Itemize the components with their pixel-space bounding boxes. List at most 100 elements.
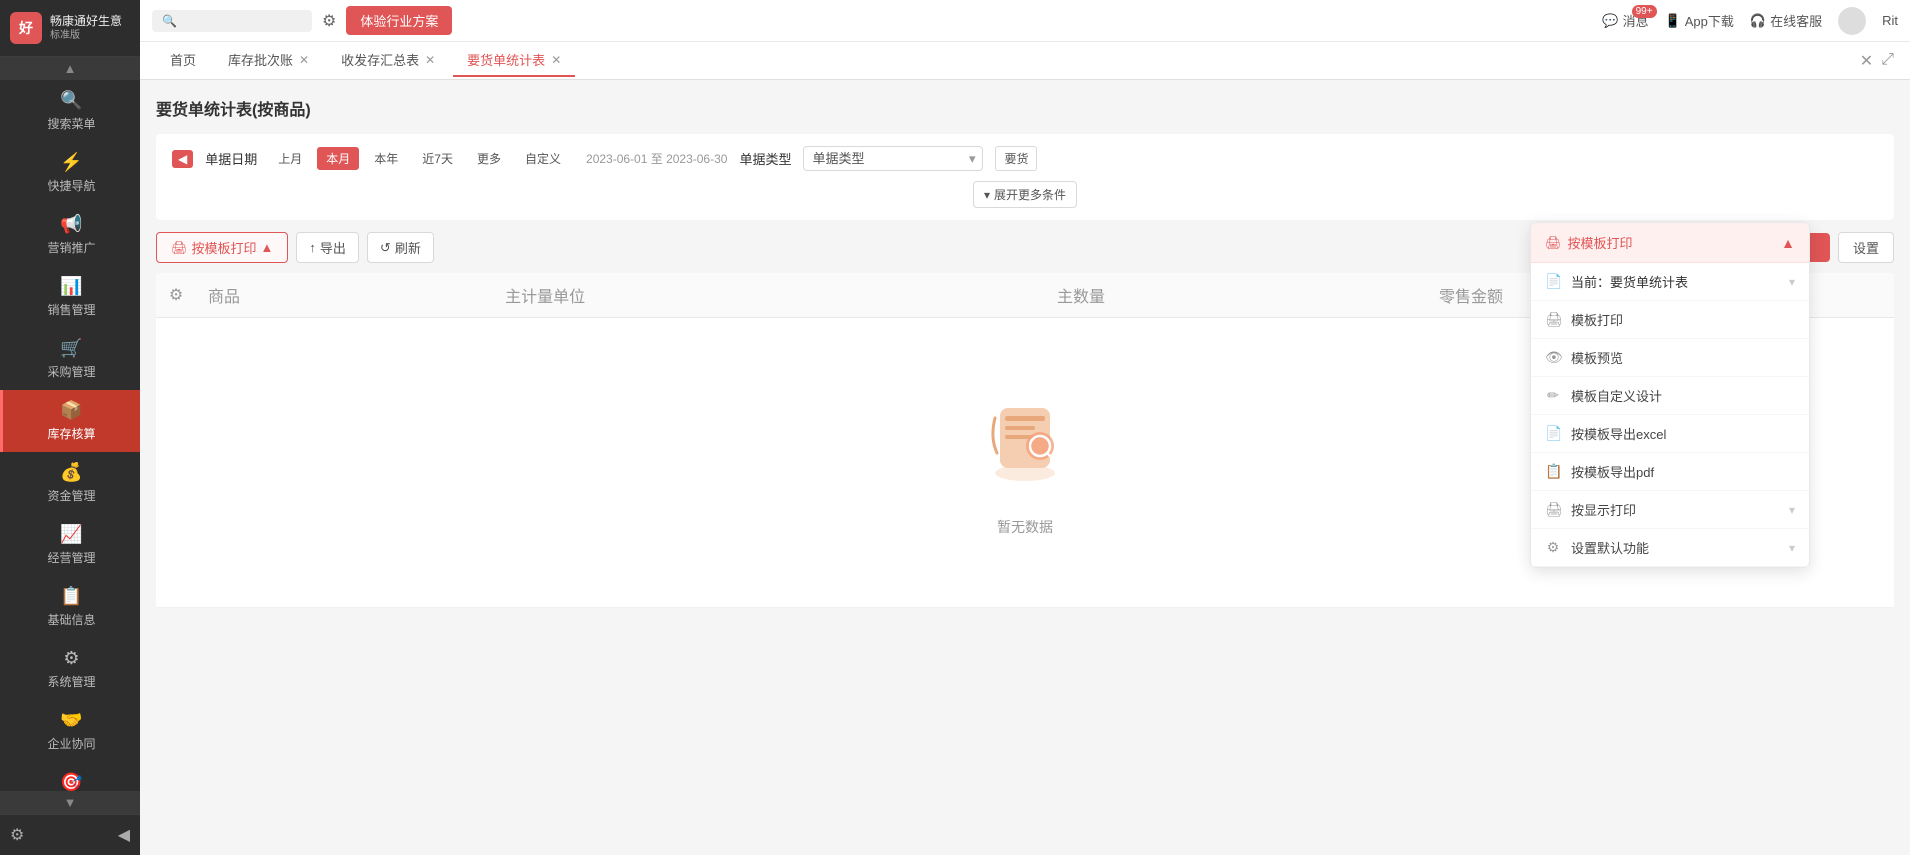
tab-inventory-batch[interactable]: 库存批次账 ✕: [214, 44, 323, 77]
filter-collapse-btn[interactable]: ◀: [172, 150, 193, 168]
sidebar-item-purchase[interactable]: 🛒 采购管理: [0, 328, 140, 390]
date-btn-本月[interactable]: 本月: [317, 147, 359, 170]
tab-payment-summary[interactable]: 收发存汇总表 ✕: [327, 44, 449, 77]
settings-button[interactable]: 设置: [1838, 232, 1894, 263]
sidebar-item-label: 企业协同: [47, 735, 95, 752]
column-label: 零售金额: [1439, 289, 1503, 306]
download-icon: 📱: [1665, 13, 1681, 29]
sidebar-item-inventory[interactable]: 📦 库存核算: [0, 390, 140, 452]
avatar[interactable]: [1838, 7, 1866, 35]
sidebar-item-quick-nav[interactable]: ⚡ 快捷导航: [0, 142, 140, 204]
current-arrow-icon: ▾: [1789, 275, 1795, 289]
date-label: 单据日期: [205, 149, 257, 168]
th-unit: 主计量单位: [493, 273, 1045, 318]
print-dropdown-close-icon[interactable]: ▲: [1781, 235, 1795, 251]
app-download-button[interactable]: 📱 App下载: [1665, 11, 1734, 30]
date-btn-更多[interactable]: 更多: [468, 147, 510, 170]
beginner-icon: 🎯: [60, 772, 82, 791]
tab-home[interactable]: 首页: [156, 44, 210, 77]
item-label: 模板自定义设计: [1571, 386, 1795, 405]
tab-expand-icon[interactable]: ⤢: [1881, 51, 1894, 71]
print-item-template-design[interactable]: ✏ 模板自定义设计: [1531, 377, 1809, 415]
search-bar[interactable]: 🔍: [152, 10, 312, 32]
print-arrow-icon: ▲: [261, 240, 274, 255]
date-shortcuts: 上月本月本年近7天更多自定义: [269, 147, 570, 170]
tab-close-icon[interactable]: ✕: [299, 53, 309, 67]
print-item-set-default[interactable]: ⚙ 设置默认功能 ▾: [1531, 529, 1809, 567]
refresh-button[interactable]: ↺ 刷新: [367, 232, 434, 263]
search-icon: 🔍: [162, 14, 177, 28]
th-settings[interactable]: ⚙: [156, 273, 196, 318]
sidebar-item-operations[interactable]: 📈 经营管理: [0, 514, 140, 576]
message-button[interactable]: 💬 消息 99+: [1602, 11, 1648, 30]
sidebar-item-beginner[interactable]: 🎯 新手引导: [0, 762, 140, 791]
type-select[interactable]: 单据类型: [803, 146, 983, 171]
page-title: 要货单统计表(按商品): [156, 96, 1894, 120]
template-design-icon: ✏: [1545, 387, 1561, 404]
basics-icon: 📋: [60, 586, 82, 607]
sidebar-item-finance[interactable]: 💰 资金管理: [0, 452, 140, 514]
print-template-button[interactable]: 🖨 按模板打印 ▲: [156, 232, 288, 263]
date-btn-自定义[interactable]: 自定义: [516, 147, 570, 170]
template-print-icon: 🖨: [1545, 311, 1561, 328]
print-item-template-excel[interactable]: 📄 按模板导出excel: [1531, 415, 1809, 453]
column-label: 商品: [208, 289, 240, 306]
tab-close-icon[interactable]: ✕: [551, 53, 561, 67]
expand-icon: ▾: [984, 188, 990, 202]
online-service-button[interactable]: 🎧 在线客服: [1750, 11, 1822, 30]
logo-text: 畅康通好生意 标准版: [50, 14, 122, 43]
template-excel-icon: 📄: [1545, 425, 1561, 442]
filter-row-1: ◀ 单据日期 上月本月本年近7天更多自定义 2023-06-01 至 2023-…: [172, 146, 1878, 171]
print-item-template-print[interactable]: 🖨 模板打印: [1531, 301, 1809, 339]
sidebar-item-enterprise[interactable]: 🤝 企业协同: [0, 700, 140, 762]
print-item-template-pdf[interactable]: 📋 按模板导出pdf: [1531, 453, 1809, 491]
tab-close-all-icon[interactable]: ✕: [1860, 51, 1873, 71]
expand-more-btn[interactable]: ▾ 展开更多条件: [973, 181, 1077, 208]
tabbar: 首页库存批次账 ✕收发存汇总表 ✕要货单统计表 ✕ ✕ ⤢: [140, 42, 1910, 80]
date-btn-上月[interactable]: 上月: [269, 147, 311, 170]
print-item-template-preview[interactable]: 👁 模板预览: [1531, 339, 1809, 377]
topbar: 🔍 ⚙ 体验行业方案 💬 消息 99+ 📱 App下载 🎧 在线客服 Rit: [140, 0, 1910, 42]
item-arrow-icon: ▾: [1789, 503, 1795, 517]
sidebar-scroll-down[interactable]: ▼: [0, 791, 140, 814]
sidebar-item-marketing[interactable]: 📢 营销推广: [0, 204, 140, 266]
sidebar-item-basics[interactable]: 📋 基础信息: [0, 576, 140, 638]
sidebar-item-label: 库存核算: [47, 425, 95, 442]
filter-bar: ◀ 单据日期 上月本月本年近7天更多自定义 2023-06-01 至 2023-…: [156, 134, 1894, 220]
quick-nav-icon: ⚡: [60, 152, 82, 173]
tab-label: 收发存汇总表: [341, 50, 419, 69]
print-dropdown-current[interactable]: 📄 当前：要货单统计表 ▾: [1531, 263, 1809, 301]
sidebar-item-search[interactable]: 🔍 搜索菜单: [0, 80, 140, 142]
collapse-icon[interactable]: ◀: [118, 825, 130, 845]
marketing-icon: 📢: [60, 214, 82, 235]
sidebar-scroll-up[interactable]: ▲: [0, 57, 140, 80]
print-item-display-print[interactable]: 🖨 按显示打印 ▾: [1531, 491, 1809, 529]
empty-illustration: [975, 388, 1075, 488]
item-label: 模板打印: [1571, 310, 1795, 329]
export-button[interactable]: ↑ 导出: [296, 232, 359, 263]
sidebar-item-system[interactable]: ⚙ 系统管理: [0, 638, 140, 700]
date-btn-本年[interactable]: 本年: [365, 147, 407, 170]
current-icon: 📄: [1545, 273, 1561, 290]
sidebar-item-label: 营销推广: [47, 239, 95, 256]
item-label: 按模板导出pdf: [1571, 462, 1795, 481]
settings-icon[interactable]: ⚙: [10, 825, 24, 845]
service-icon: 🎧: [1750, 13, 1766, 29]
tab-order-stats[interactable]: 要货单统计表 ✕: [453, 44, 575, 77]
message-icon: 💬: [1602, 13, 1618, 29]
th-quantity: 主数量: [1045, 273, 1427, 318]
trial-button[interactable]: 体验行业方案: [346, 6, 452, 35]
tab-label: 要货单统计表: [467, 50, 545, 69]
purchase-icon: 🛒: [60, 338, 82, 359]
sidebar-item-label: 资金管理: [47, 487, 95, 504]
topbar-gear-icon[interactable]: ⚙: [322, 11, 336, 31]
sidebar-item-sales[interactable]: 📊 销售管理: [0, 266, 140, 328]
column-label: 主数量: [1057, 289, 1105, 306]
current-label: 当前：要货单统计表: [1571, 272, 1779, 291]
tab-close-icon[interactable]: ✕: [425, 53, 435, 67]
order-type-badge: 要货: [995, 146, 1037, 171]
print-dropdown-title-icon: 🖨: [1545, 235, 1562, 251]
inventory-icon: 📦: [60, 400, 82, 421]
date-btn-近7天[interactable]: 近7天: [413, 147, 462, 170]
item-label: 模板预览: [1571, 348, 1795, 367]
